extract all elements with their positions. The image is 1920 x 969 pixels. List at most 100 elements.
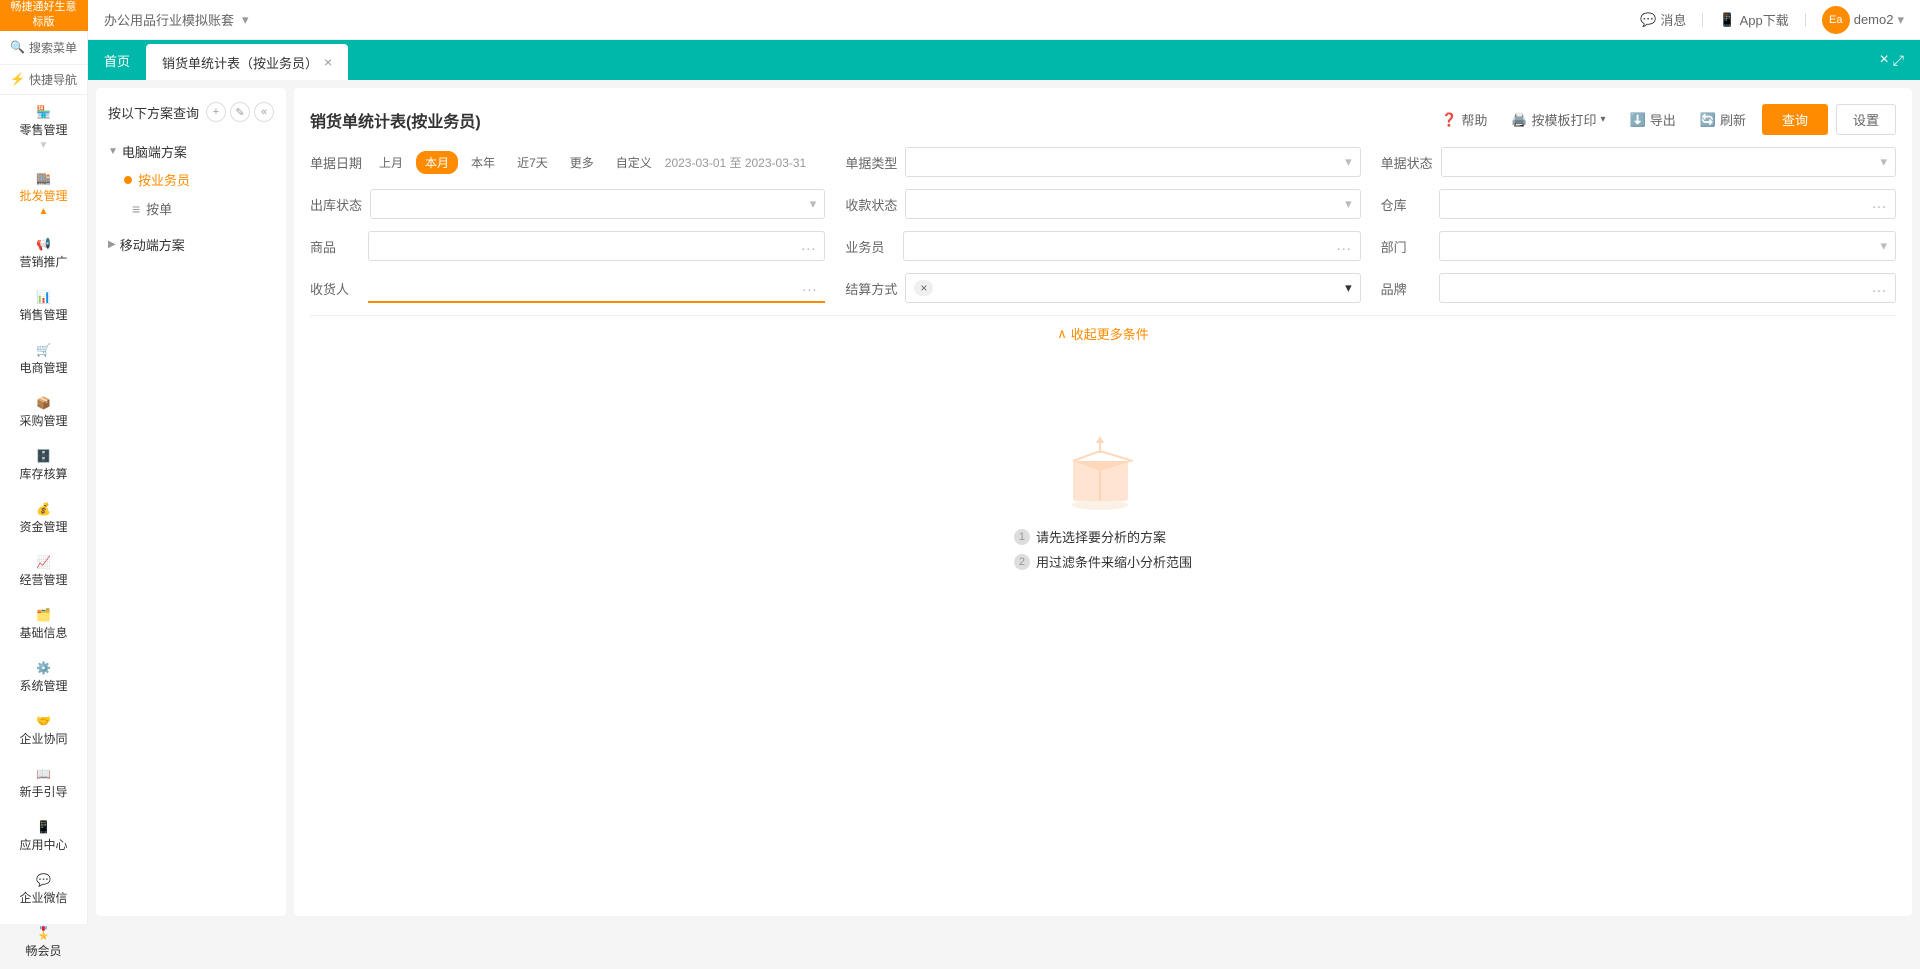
date-btn-this-month[interactable]: 本月 [416,151,458,174]
sidebar-item-basic[interactable]: 🗂️ 基础信息 [0,598,87,651]
date-btn-last-month[interactable]: 上月 [370,151,412,174]
collapse-label: 收起更多条件 [1071,324,1149,343]
sidebar-item-system[interactable]: ⚙️ 系统管理 [0,651,87,704]
department-select[interactable]: ▾ [1439,231,1896,261]
search-menu-item[interactable]: 🔍 搜索菜单 [0,31,87,65]
scheme-group-mobile-title[interactable]: ▶ 移动端方案 [96,231,286,258]
warehouse-select[interactable]: … [1439,189,1896,219]
filter-doc-type: 单据类型 ▾ [845,147,1360,177]
query-button[interactable]: 查询 [1762,104,1828,135]
chevron-down-icon: ▲ [39,206,49,217]
settings-button[interactable]: 设置 [1836,104,1896,135]
maximize-icon[interactable]: ⤢ [1893,52,1904,69]
scheme-actions: + ✎ « [206,102,274,122]
payment-tag: × [914,280,933,296]
tab-close-icon[interactable]: × [324,54,332,70]
newbie-icon: 📖 [36,767,51,781]
date-btn-this-year[interactable]: 本年 [462,151,504,174]
app-logo: 畅捷通好生意标版 [0,0,88,31]
doc-type-control[interactable]: ▾ [905,147,1360,177]
receiver-input[interactable]: … [368,273,825,303]
salesperson-control[interactable]: … [903,231,1360,261]
tab-active[interactable]: 销货单统计表（按业务员） × [146,44,348,80]
appcenter-icon: 📱 [36,820,51,834]
date-btn-custom[interactable]: 自定义 [607,151,661,174]
help-button[interactable]: ❓ 帮助 [1433,106,1495,133]
receipt-status-control[interactable]: ▾ [905,189,1360,219]
app-download-action[interactable]: 📱 App下载 [1719,10,1788,29]
scheme-item-order[interactable]: ≡ 按单 [96,194,286,223]
goods-select[interactable]: … [368,231,825,261]
sidebar-item-retail[interactable]: 🏪 零售管理 ▼ [0,95,87,161]
payment-control[interactable]: × ▾ [905,273,1360,303]
payment-tag-control[interactable]: × ▾ [905,273,1360,303]
doc-status-control[interactable]: ▾ [1441,147,1896,177]
sidebar-item-enterprise[interactable]: 🤝 企业协同 [0,704,87,757]
sidebar-item-label: 零售管理 [19,121,67,138]
brand-dots[interactable]: … [1871,279,1887,297]
sidebar-item-newbie[interactable]: 📖 新手引导 [0,757,87,810]
sidebar-item-marketing[interactable]: 📢 营销推广 [0,227,87,280]
wholesale-icon: 🏬 [36,171,51,185]
date-btn-more[interactable]: 更多 [561,151,603,174]
sidebar-item-wholesale[interactable]: 🏬 批发管理 ▲ [0,161,87,227]
tab-home[interactable]: 首页 [88,40,146,80]
page-title-row: 销货单统计表(按业务员) ❓ 帮助 🖨️ 按模板打印 ▾ ⬇️ [310,104,1896,135]
brand-select[interactable]: … [1439,273,1896,303]
tag-close-icon[interactable]: × [920,281,927,295]
message-icon: 💬 [1640,12,1656,28]
doc-status-select[interactable]: ▾ [1441,147,1896,177]
out-status-control[interactable]: ▾ [370,189,825,219]
warehouse-control[interactable]: … [1439,189,1896,219]
scheme-group-pc-title[interactable]: ▼ 电脑端方案 [96,138,286,165]
sidebar-item-sales[interactable]: 📊 销售管理 [0,280,87,333]
date-btn-7days[interactable]: 近7天 [508,151,557,174]
close-window-icon[interactable]: × [1879,51,1888,69]
sidebar-item-label: 采购管理 [19,412,67,429]
warehouse-dots[interactable]: … [1871,195,1887,213]
sidebar-item-ecommerce[interactable]: 🛒 电商管理 [0,333,87,386]
out-status-select[interactable]: ▾ [370,189,825,219]
help-label: 帮助 [1461,110,1487,129]
sidebar-item-inventory[interactable]: 🗄️ 库存核算 [0,439,87,492]
message-action[interactable]: 💬 消息 [1640,10,1686,29]
print-button[interactable]: 🖨️ 按模板打印 ▾ [1503,106,1613,133]
chevron-down-icon: ▾ [1345,154,1352,170]
edit-scheme-button[interactable]: ✎ [230,102,250,122]
receipt-status-select[interactable]: ▾ [905,189,1360,219]
print-icon: 🖨️ [1511,112,1527,128]
goods-dots[interactable]: … [800,237,816,255]
home-tab-label: 首页 [104,51,130,70]
active-tab-label: 销货单统计表（按业务员） [162,53,318,72]
sidebar-item-corpwechat[interactable]: 💬 企业微信 [0,863,87,916]
receiver-dots[interactable]: … [801,278,817,296]
filter-salesperson: 业务员 … [845,231,1360,261]
department-control[interactable]: ▾ [1439,231,1896,261]
sidebar-item-label: 应用中心 [19,836,67,853]
brand-control[interactable]: … [1439,273,1896,303]
member-icon: 🎖️ [36,926,51,940]
shortcut-nav-item[interactable]: ⚡ 快捷导航 [0,65,87,95]
sidebar-item-purchase[interactable]: 📦 采购管理 [0,386,87,439]
filter-receiver: 收货人 … [310,273,825,303]
avatar: Ea [1822,6,1850,34]
salesperson-dots[interactable]: … [1336,237,1352,255]
logo-text: 畅捷通好生意标版 [11,0,77,31]
refresh-button[interactable]: 🔄 刷新 [1692,106,1754,133]
doc-type-select[interactable]: ▾ [905,147,1360,177]
company-selector[interactable]: 办公用品行业模拟账套 ▾ [104,10,249,29]
sidebar-item-operation[interactable]: 📈 经营管理 [0,545,87,598]
receiver-control[interactable]: … [368,273,825,303]
goods-control[interactable]: … [368,231,825,261]
scheme-item-salesperson[interactable]: 按业务员 [96,165,286,194]
sidebar-item-finance[interactable]: 💰 资金管理 [0,492,87,545]
add-scheme-button[interactable]: + [206,102,226,122]
export-button[interactable]: ⬇️ 导出 [1622,106,1684,133]
collapse-scheme-button[interactable]: « [254,102,274,122]
salesperson-select[interactable]: … [903,231,1360,261]
search-icon: 🔍 [10,40,25,54]
user-profile[interactable]: Ea demo2 ▾ [1822,6,1904,34]
sidebar-item-appcenter[interactable]: 📱 应用中心 [0,810,87,863]
sidebar-item-label: 企业协同 [19,730,67,747]
collapse-button[interactable]: ∧ 收起更多条件 [310,315,1896,351]
